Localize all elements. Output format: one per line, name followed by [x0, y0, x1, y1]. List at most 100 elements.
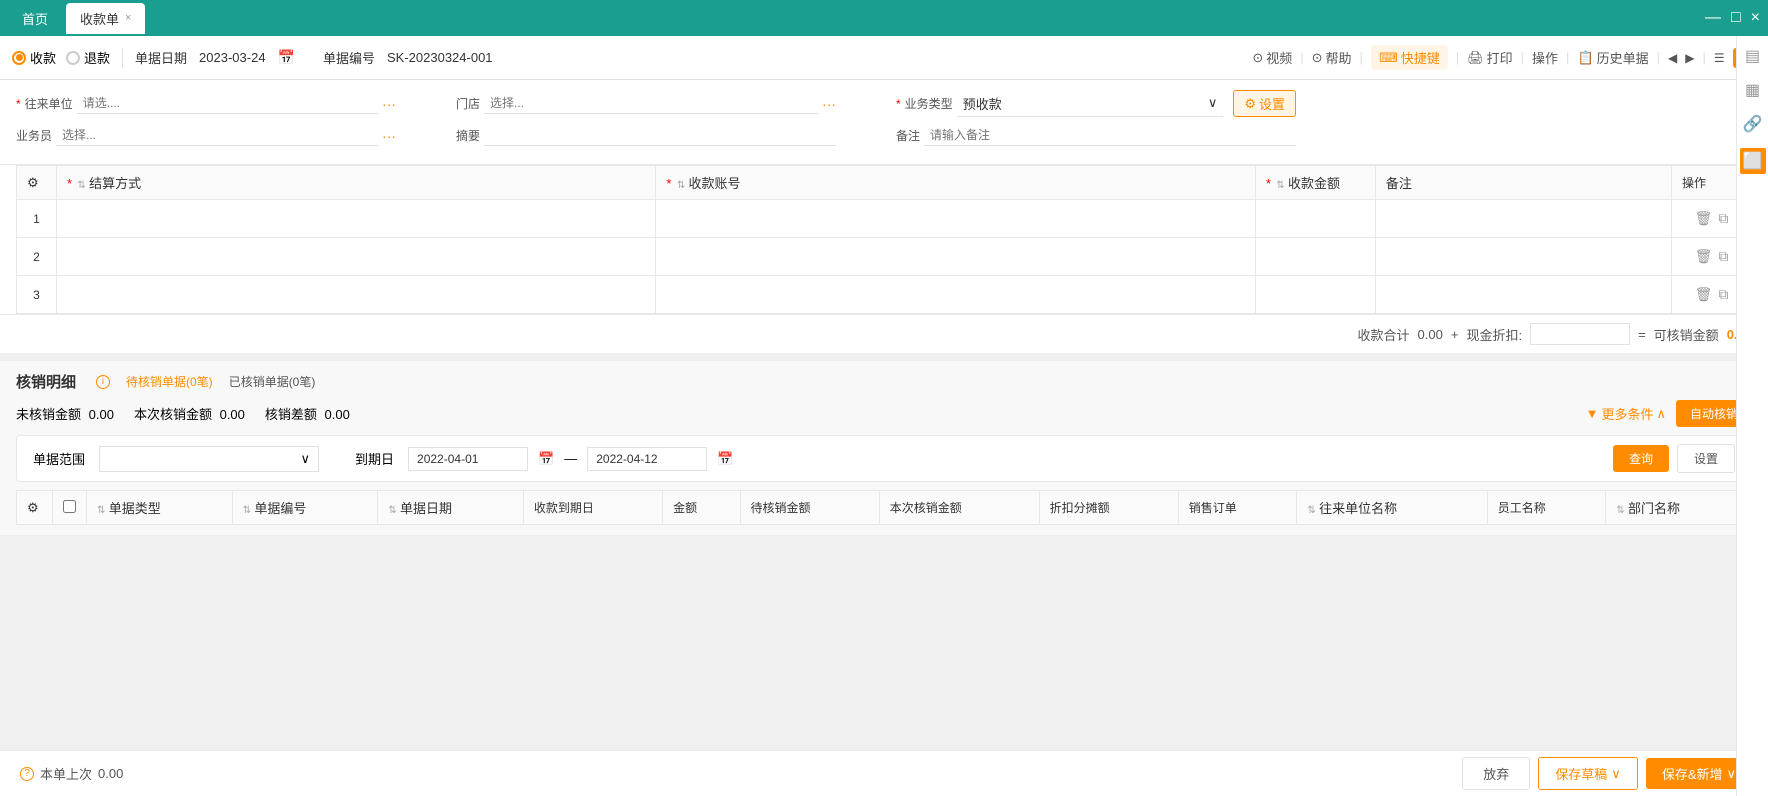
discard-button[interactable]: 放弃	[1462, 757, 1530, 790]
calendar-to-icon[interactable]: 📅	[717, 451, 733, 467]
minimize-icon[interactable]: —	[1705, 9, 1721, 27]
refund-label: 退款	[84, 48, 110, 67]
scope-select[interactable]: ∨	[99, 446, 319, 472]
receipt-radio-dot	[16, 54, 23, 61]
date-to-input[interactable]	[587, 447, 707, 471]
chevron-up-icon: ∧	[1656, 406, 1666, 422]
discount-input[interactable]	[1530, 323, 1630, 345]
row3-payment[interactable]	[57, 276, 656, 314]
row2-copy-icon[interactable]: ⧉	[1718, 248, 1728, 265]
bill-no-value: SK-20230324-001	[387, 50, 493, 65]
col-payment-method-header: * ⇅ 结算方式	[57, 166, 656, 200]
shortcut-icon: ⌨	[1379, 50, 1398, 66]
help-btn[interactable]: ⊙ 帮助	[1312, 48, 1352, 67]
row3-account[interactable]	[656, 276, 1255, 314]
more-conditions-btn[interactable]: ▼ 更多条件 ∧	[1586, 404, 1666, 423]
row1-amount[interactable]	[1255, 200, 1375, 238]
business-type-select[interactable]: 预收款 ∨	[957, 91, 1224, 117]
filter-row: 单据范围 ∨ 到期日 📅 — 📅 查询 设置	[16, 435, 1752, 482]
summary-input[interactable]	[484, 125, 836, 146]
bill-date-value: 2023-03-24	[199, 50, 266, 65]
receipt-radio[interactable]: 收款	[12, 48, 56, 67]
salesperson-field: 业务员 ···	[16, 125, 396, 146]
refund-radio[interactable]: 退款	[66, 48, 110, 67]
settings-button[interactable]: ⚙ 设置	[1233, 90, 1296, 117]
form-area: * 往来单位 ··· 门店 ··· * 业务类型 预收款 ∨ ⚙	[0, 80, 1768, 165]
footer-right: 放弃 保存草稿 ∨ 保存&新增 ∨	[1462, 757, 1752, 790]
row2-account[interactable]	[656, 238, 1255, 276]
tab-current-label: 收款单	[80, 9, 119, 28]
tab-home[interactable]: 首页	[8, 3, 62, 34]
shortcut-label: 快捷键	[1401, 48, 1440, 67]
right-panel: ▤ ▦ 🔗 ⬜	[1736, 36, 1768, 796]
summary-label: 摘要	[456, 127, 480, 144]
select-all-checkbox[interactable]	[63, 500, 76, 513]
history-btn[interactable]: 📋 历史单据	[1577, 48, 1648, 67]
row2-remark[interactable]	[1375, 238, 1671, 276]
remark-field: 备注	[896, 125, 1296, 146]
operation-btn[interactable]: 操作	[1532, 48, 1558, 67]
settings-th[interactable]: ⚙	[17, 166, 57, 200]
help-label: 帮助	[1326, 48, 1352, 67]
row1-payment[interactable]	[57, 200, 656, 238]
row1-delete-icon[interactable]: 🗑	[1695, 210, 1713, 227]
scope-field: 单据范围 ∨	[33, 446, 319, 472]
col-due-date-header: 收款到期日	[523, 491, 662, 525]
save-draft-button[interactable]: 保存草稿 ∨	[1538, 757, 1638, 790]
radio-group: 收款 退款	[12, 48, 110, 67]
calendar-from-icon[interactable]: 📅	[538, 451, 554, 467]
filter-settings-button[interactable]: 设置	[1677, 444, 1735, 473]
pending-tab[interactable]: 待核销单据(0笔)	[126, 373, 213, 390]
bottom-table-container: ⚙ ⇅ 单据类型 ⇅ 单据编号	[16, 490, 1752, 525]
row3-amount[interactable]	[1255, 276, 1375, 314]
biz-required: *	[896, 97, 901, 111]
query-button[interactable]: 查询	[1613, 445, 1669, 472]
bottom-checkbox-th[interactable]	[53, 491, 87, 525]
verify-left-stats: 未核销金额 0.00 本次核销金额 0.00 核销差额 0.00	[16, 404, 350, 423]
partner-input[interactable]	[77, 93, 378, 114]
row3-copy-icon[interactable]: ⧉	[1718, 286, 1728, 303]
row3-remark[interactable]	[1375, 276, 1671, 314]
col-amount-header: * ⇅ 收款金额	[1255, 166, 1375, 200]
footer-info: ? 本单上次 0.00	[16, 764, 123, 783]
partner-more-icon[interactable]: ···	[382, 96, 396, 112]
row3-delete-icon[interactable]: 🗑	[1695, 286, 1713, 303]
list-view-btn[interactable]: ☰	[1714, 51, 1725, 65]
row2-amount[interactable]	[1255, 238, 1375, 276]
restore-icon[interactable]: □	[1731, 9, 1741, 27]
calendar-icon[interactable]: 📅	[278, 49, 295, 66]
row2-delete-icon[interactable]: 🗑	[1695, 248, 1713, 265]
gear-icon: ⚙	[1244, 96, 1256, 112]
info-icon[interactable]: i	[96, 375, 110, 389]
right-panel-icon2[interactable]: ▦	[1745, 80, 1760, 100]
tab-close-icon[interactable]: ×	[125, 12, 131, 24]
prev-btn[interactable]: ◀	[1668, 51, 1677, 65]
store-input[interactable]	[484, 93, 818, 114]
bottom-settings-th[interactable]: ⚙	[17, 491, 53, 525]
business-type-value: 预收款	[963, 94, 1002, 113]
right-panel-icon1[interactable]: ▤	[1745, 46, 1760, 66]
salesperson-more-icon[interactable]: ···	[382, 128, 396, 144]
row1-copy-icon[interactable]: ⧉	[1718, 210, 1728, 227]
next-btn[interactable]: ▶	[1685, 51, 1694, 65]
footer-info-icon[interactable]: ?	[20, 767, 34, 781]
completed-tab[interactable]: 已核销单据(0笔)	[229, 373, 316, 390]
right-panel-icon4[interactable]: ⬜	[1740, 148, 1766, 174]
close-icon[interactable]: ×	[1751, 9, 1760, 27]
row2-payment[interactable]	[57, 238, 656, 276]
right-panel-icon3[interactable]: 🔗	[1743, 114, 1763, 134]
print-btn[interactable]: 🖨 打印	[1467, 48, 1513, 67]
row1-remark[interactable]	[1375, 200, 1671, 238]
shortcut-btn[interactable]: ⌨ 快捷键	[1371, 45, 1448, 70]
salesperson-input[interactable]	[56, 125, 378, 146]
tab-current[interactable]: 收款单 ×	[66, 3, 145, 34]
date-from-input[interactable]	[408, 447, 528, 471]
row1-account[interactable]	[656, 200, 1255, 238]
video-label: 视频	[1266, 48, 1292, 67]
save-draft-label: 保存草稿	[1555, 764, 1607, 783]
store-more-icon[interactable]: ···	[822, 96, 836, 112]
remark-input[interactable]	[924, 125, 1296, 146]
video-btn[interactable]: ⊙ 视频	[1252, 48, 1292, 67]
receipt-radio-circle	[12, 51, 26, 65]
bill-date-field: 单据日期 2023-03-24 📅	[135, 48, 295, 67]
